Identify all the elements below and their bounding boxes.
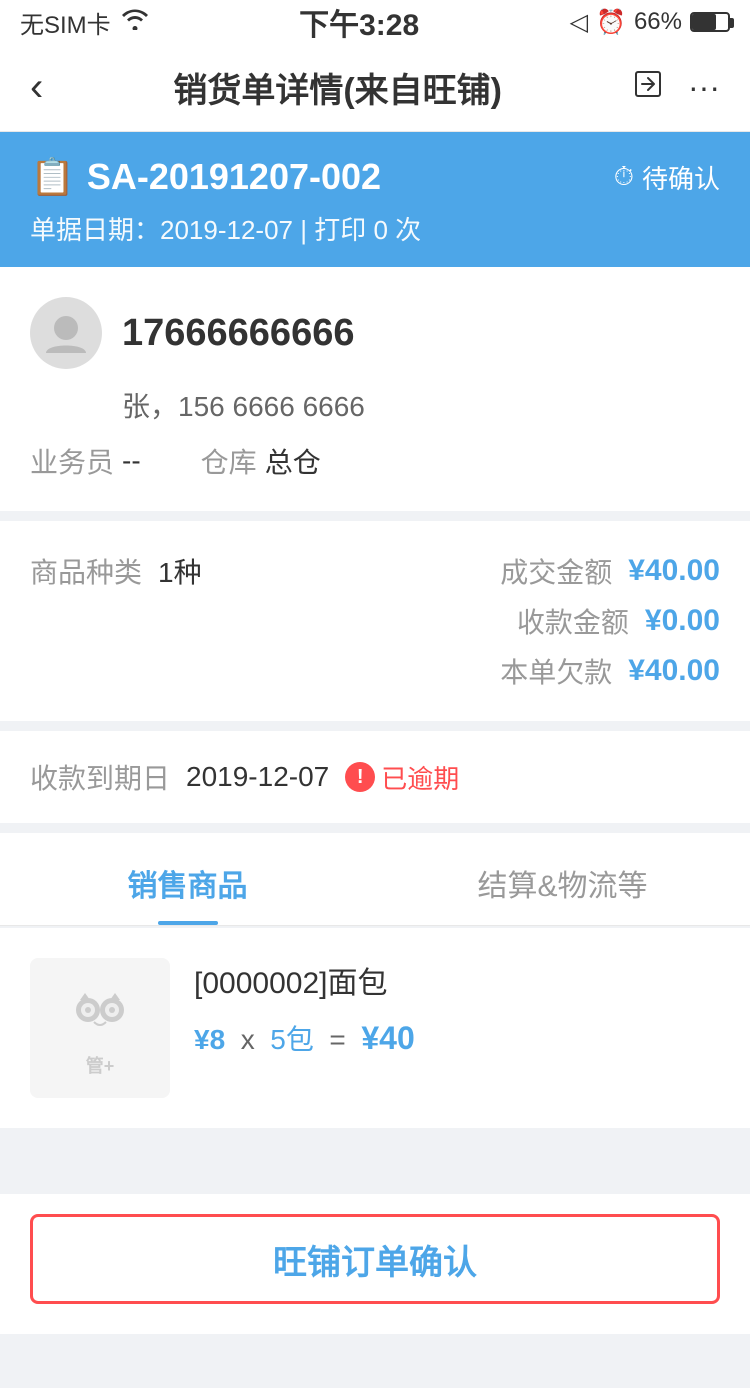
direction-icon: ◁ xyxy=(570,8,588,37)
product-type-label: 商品种类 xyxy=(30,551,142,591)
sales-value: -- xyxy=(122,445,141,477)
received-row: 收款金额 ¥0.00 xyxy=(517,601,720,641)
status-time: 下午3:28 xyxy=(299,0,419,44)
due-date-section: 收款到期日 2019-12-07 ! 已逾期 xyxy=(0,731,750,823)
product-price: ¥8 xyxy=(194,1024,225,1055)
due-date-label: 收款到期日 xyxy=(30,757,170,797)
customer-section: 17666666666 张，156 6666 6666 业务员 -- 仓库 总仓 xyxy=(0,267,750,511)
order-status: ⏱ 待确认 xyxy=(614,159,720,196)
overdue-text: 已逾期 xyxy=(381,759,459,796)
share-icon[interactable] xyxy=(632,68,664,108)
owed-row: 本单欠款 ¥40.00 xyxy=(500,651,720,691)
product-image: 管+ xyxy=(30,958,170,1098)
order-date: 单据日期：2019-12-07 | 打印 0 次 xyxy=(30,210,720,247)
amount-label: 成交金额 xyxy=(500,551,612,591)
owl-plus-text: 管+ xyxy=(86,1052,115,1078)
order-id: 📋 SA-20191207-002 xyxy=(30,156,381,198)
owed-value: ¥40.00 xyxy=(628,654,720,688)
warehouse-value: 总仓 xyxy=(265,441,321,481)
tab-settlement[interactable]: 结算&物流等 xyxy=(375,833,750,925)
customer-row: 17666666666 xyxy=(30,297,720,369)
status-left: 无SIM卡 xyxy=(20,5,149,40)
battery-icon xyxy=(690,12,730,32)
overdue-icon: ! xyxy=(345,762,375,792)
tab-underline xyxy=(158,921,218,925)
carrier-text: 无SIM卡 xyxy=(20,5,111,40)
due-date-value: 2019-12-07 xyxy=(186,761,329,793)
owed-label: 本单欠款 xyxy=(500,651,612,691)
product-type-value: 1种 xyxy=(158,551,202,591)
summary-left: 商品种类 1种 xyxy=(30,551,202,591)
status-right: ◁ ⏰ 66% xyxy=(570,8,730,37)
customer-phone: 17666666666 xyxy=(122,312,354,355)
overdue-badge: ! 已逾期 xyxy=(345,759,459,796)
summary-right: 成交金额 ¥40.00 收款金额 ¥0.00 本单欠款 ¥40.00 xyxy=(500,551,720,691)
sales-label: 业务员 xyxy=(30,441,114,481)
product-info: [0000002]面包 ¥8 x 5包 = ¥40 xyxy=(194,958,720,1058)
bottom-button-wrap: 旺铺订单确认 xyxy=(0,1194,750,1334)
nav-actions: ··· xyxy=(632,68,720,108)
status-bar: 无SIM卡 下午3:28 ◁ ⏰ 66% xyxy=(0,0,750,44)
product-item: 管+ [0000002]面包 ¥8 x 5包 = ¥40 xyxy=(30,958,720,1098)
product-price-row: ¥8 x 5包 = ¥40 xyxy=(194,1018,720,1058)
order-icon: 📋 xyxy=(30,156,75,198)
clock-icon: ⏰ xyxy=(596,8,626,37)
product-img-inner: 管+ xyxy=(60,978,140,1078)
multiply-symbol: x xyxy=(233,1024,263,1055)
customer-name: 张，156 6666 6666 xyxy=(30,385,720,425)
product-qty: 5包 xyxy=(270,1024,314,1055)
received-value: ¥0.00 xyxy=(645,604,720,638)
product-section: 管+ [0000002]面包 ¥8 x 5包 = ¥40 xyxy=(0,928,750,1128)
back-button[interactable]: ‹ xyxy=(30,65,43,110)
page-title: 销货单详情(来自旺铺) xyxy=(173,63,502,112)
wifi-icon xyxy=(121,8,149,37)
summary-section: 商品种类 1种 成交金额 ¥40.00 收款金额 ¥0.00 本单欠款 ¥40.… xyxy=(0,521,750,721)
product-name: [0000002]面包 xyxy=(194,958,720,1002)
warehouse-meta: 仓库 总仓 xyxy=(201,441,321,481)
avatar xyxy=(30,297,102,369)
battery-percent: 66% xyxy=(634,8,682,36)
confirm-order-button[interactable]: 旺铺订单确认 xyxy=(30,1214,720,1304)
equals-symbol: = xyxy=(322,1024,354,1055)
amount-row: 成交金额 ¥40.00 xyxy=(500,551,720,591)
tab-sales-goods[interactable]: 销售商品 xyxy=(0,833,375,925)
warehouse-label: 仓库 xyxy=(201,441,257,481)
received-label: 收款金额 xyxy=(517,601,629,641)
product-type-item: 商品种类 1种 xyxy=(30,551,202,591)
nav-bar: ‹ 销货单详情(来自旺铺) ··· xyxy=(0,44,750,132)
sales-meta: 业务员 -- xyxy=(30,441,141,481)
order-header: 📋 SA-20191207-002 ⏱ 待确认 单据日期：2019-12-07 … xyxy=(0,132,750,267)
status-clock-icon: ⏱ xyxy=(614,161,634,193)
order-id-row: 📋 SA-20191207-002 ⏱ 待确认 xyxy=(30,156,720,198)
customer-meta: 业务员 -- 仓库 总仓 xyxy=(30,441,720,481)
amount-value: ¥40.00 xyxy=(628,554,720,588)
product-total: ¥40 xyxy=(361,1020,414,1056)
more-icon[interactable]: ··· xyxy=(688,69,720,106)
tabs-section: 销售商品 结算&物流等 xyxy=(0,833,750,926)
